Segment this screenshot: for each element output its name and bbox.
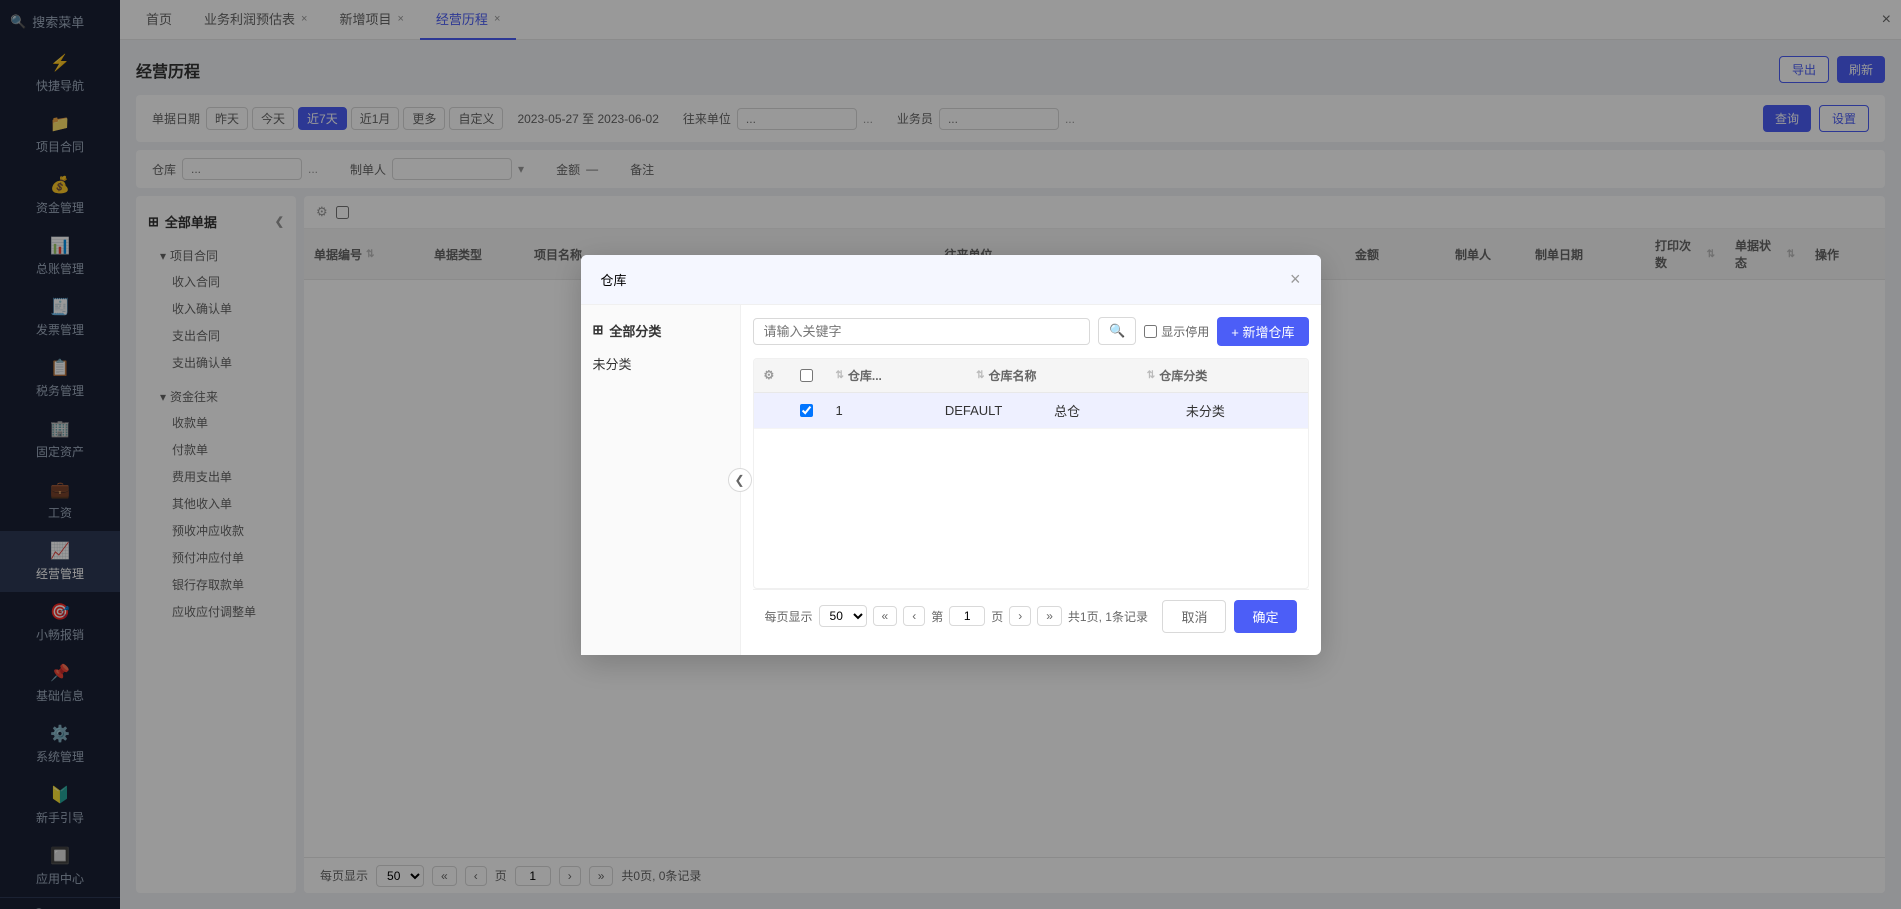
modal-th-name: ⇅ 仓库名称 xyxy=(966,359,1137,392)
modal-first-page[interactable]: « xyxy=(873,606,898,626)
sort-name[interactable]: ⇅ xyxy=(976,370,984,381)
modal-select-all[interactable] xyxy=(800,369,813,382)
row-check xyxy=(790,393,826,428)
row-seq: 1 xyxy=(826,393,935,428)
modal-per-page-select[interactable]: 50 xyxy=(819,605,867,627)
modal-overlay: 仓库 × ⊞ 全部分类 未分类 ❮ xyxy=(0,0,1901,909)
modal-search-bar: 🔍 显示停用 + 新增仓库 xyxy=(753,317,1309,346)
modal-total-info: 共1页, 1条记录 xyxy=(1068,608,1148,625)
sort-category[interactable]: ⇅ xyxy=(1147,370,1155,381)
modal-page-prefix: 第 xyxy=(931,608,943,625)
modal-th-check xyxy=(790,359,826,392)
th-code-label: 仓库... xyxy=(848,367,882,384)
modal-left-panel: ⊞ 全部分类 未分类 ❮ xyxy=(581,305,741,655)
row-seq-val: 1 xyxy=(836,403,843,418)
modal-page-suffix: 页 xyxy=(991,608,1003,625)
modal-left-header-label: 全部分类 xyxy=(609,321,661,340)
search-icon2: 🔍 xyxy=(1109,323,1125,338)
modal-last-page[interactable]: » xyxy=(1037,606,1062,626)
row-code: DEFAULT xyxy=(935,393,1044,428)
modal-toggle-icon: ❮ xyxy=(734,473,744,487)
modal-table: ⚙ ⇅ 仓库... ⇅ 仓库名称 xyxy=(753,358,1309,589)
warehouse-modal: 仓库 × ⊞ 全部分类 未分类 ❮ xyxy=(581,255,1321,655)
th-category-label: 仓库分类 xyxy=(1159,367,1207,384)
row-checkbox[interactable] xyxy=(800,404,813,417)
modal-footer: 每页显示 50 « ‹ 第 页 › » 共1页, 1条记录 xyxy=(753,589,1309,643)
modal-close-btn[interactable]: × xyxy=(1290,269,1301,290)
row-code-val: DEFAULT xyxy=(945,403,1003,418)
modal-th-settings: ⚙ xyxy=(754,359,790,392)
modal-search-btn[interactable]: 🔍 xyxy=(1098,317,1136,345)
show-disabled-text: 显示停用 xyxy=(1161,323,1209,340)
row-name: 总仓 xyxy=(1044,393,1176,428)
modal-header: 仓库 × xyxy=(581,255,1321,305)
modal-th-category: ⇅ 仓库分类 xyxy=(1137,359,1308,392)
modal-body: ⊞ 全部分类 未分类 ❮ 🔍 显示停用 xyxy=(581,305,1321,655)
confirm-button[interactable]: 确定 xyxy=(1234,600,1296,633)
show-disabled-checkbox[interactable] xyxy=(1144,325,1157,338)
show-disabled-label[interactable]: 显示停用 xyxy=(1144,323,1209,340)
modal-per-page-label: 每页显示 xyxy=(765,608,813,625)
modal-right-panel: 🔍 显示停用 + 新增仓库 ⚙ xyxy=(741,305,1321,655)
modal-grid-icon: ⊞ xyxy=(593,322,604,338)
add-warehouse-btn[interactable]: + 新增仓库 xyxy=(1217,317,1308,346)
modal-table-header: ⚙ ⇅ 仓库... ⇅ 仓库名称 xyxy=(754,359,1308,393)
modal-left-header[interactable]: ⊞ 全部分类 xyxy=(581,313,740,348)
sort-code[interactable]: ⇅ xyxy=(836,370,844,381)
cancel-button[interactable]: 取消 xyxy=(1162,600,1226,633)
modal-next-page[interactable]: › xyxy=(1009,606,1031,626)
modal-left-toggle-btn[interactable]: ❮ xyxy=(728,468,752,492)
th-name-label: 仓库名称 xyxy=(988,367,1036,384)
modal-actions: 取消 确定 xyxy=(1162,600,1296,633)
modal-th-code: ⇅ 仓库... xyxy=(826,359,967,392)
row-name-val: 总仓 xyxy=(1054,401,1080,420)
modal-table-row[interactable]: 1 DEFAULT 总仓 未分类 xyxy=(754,393,1308,429)
row-category: 未分类 xyxy=(1176,393,1308,428)
modal-prev-page[interactable]: ‹ xyxy=(903,606,925,626)
th-settings-icon[interactable]: ⚙ xyxy=(764,368,775,382)
row-settings xyxy=(754,393,790,428)
row-category-val: 未分类 xyxy=(1186,401,1225,420)
modal-page-input[interactable] xyxy=(949,606,985,626)
modal-search-input[interactable] xyxy=(753,318,1091,345)
modal-pagination: 每页显示 50 « ‹ 第 页 › » 共1页, 1条记录 xyxy=(765,605,1148,627)
modal-title: 仓库 xyxy=(601,270,627,289)
modal-left-item-unclassified[interactable]: 未分类 xyxy=(581,348,740,379)
